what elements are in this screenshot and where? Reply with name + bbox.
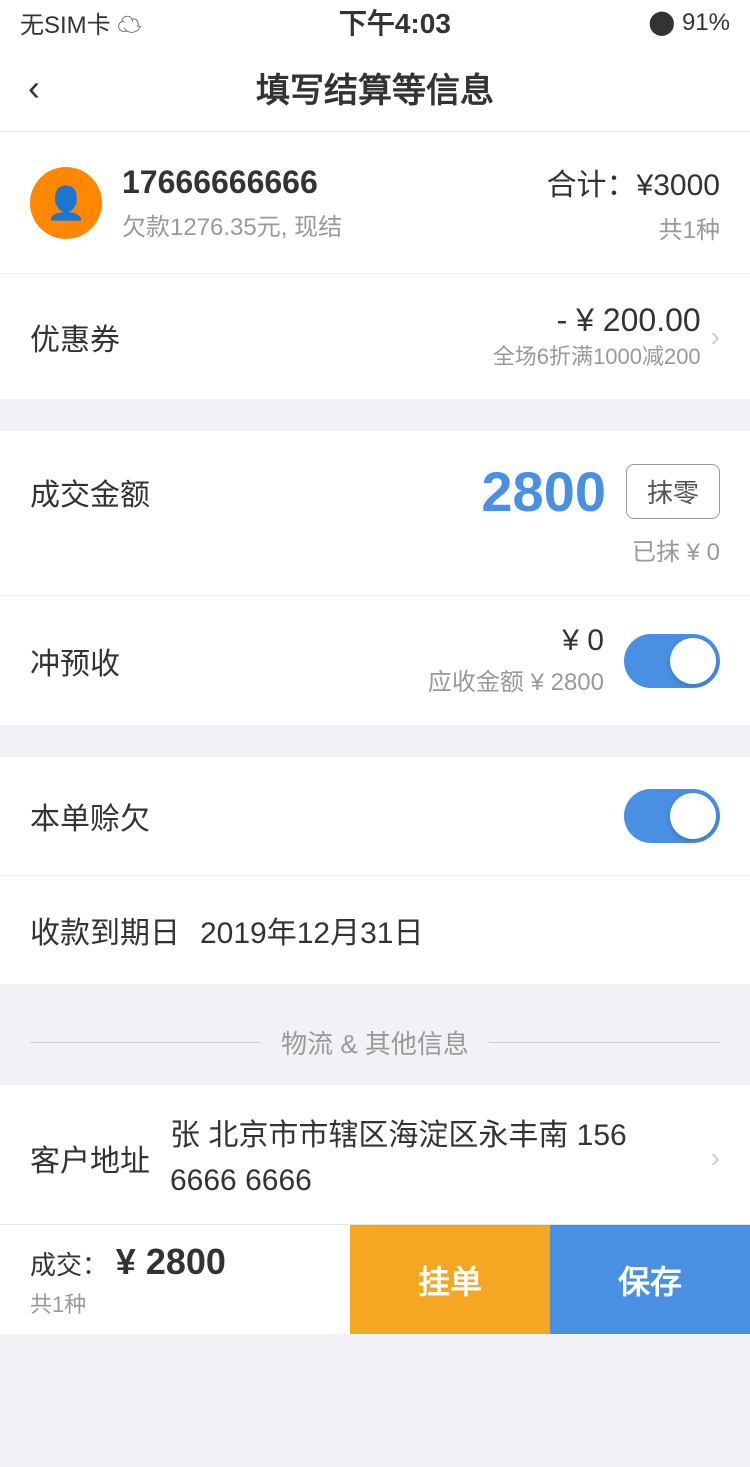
save-button[interactable]: 保存 <box>550 1225 750 1334</box>
status-time: 下午4:03 <box>339 2 451 42</box>
bottom-amount: ¥ 2800 <box>116 1241 226 1282</box>
back-button[interactable]: ‹ <box>28 67 40 109</box>
customer-info: 17666666666 欠款1276.35元, 现结 <box>122 164 342 242</box>
customer-right: 合计：¥3000 共1种 <box>547 160 720 245</box>
debt-label: 本单赊欠 <box>30 794 150 838</box>
customer-sub: 欠款1276.35元, 现结 <box>122 207 342 242</box>
advance-amount: ¥ 0 应收金额 ¥ 2800 <box>428 624 604 697</box>
nav-bar: ‹ 填写结算等信息 <box>0 44 750 132</box>
debt-row: 本单赊欠 <box>0 757 750 875</box>
advance-sub: 应收金额 ¥ 2800 <box>428 662 604 697</box>
coupon-label: 优惠券 <box>30 315 120 359</box>
toggle-circle <box>670 638 716 684</box>
customer-left: 👤 17666666666 欠款1276.35元, 现结 <box>30 164 342 242</box>
divider-2 <box>0 741 750 757</box>
address-row[interactable]: 客户地址 张 北京市市辖区海淀区永丰南 156 6666 6666 › <box>0 1085 750 1231</box>
amount-card: 成交金额 2800 抹零 已抹 ¥ 0 冲预收 ¥ 0 应收金额 ¥ 2800 <box>0 431 750 725</box>
customer-row: 👤 17666666666 欠款1276.35元, 现结 合计：¥3000 共1… <box>0 132 750 273</box>
bottom-label-row: 成交： ¥ 2800 <box>30 1241 320 1283</box>
avatar: 👤 <box>30 167 102 239</box>
battery-icon: ⬤ 91% <box>648 8 730 37</box>
customer-total: 合计：¥3000 <box>547 160 720 204</box>
coupon-discount: - ¥ 200.00 <box>493 302 701 339</box>
address-card: 客户地址 张 北京市市辖区海淀区永丰南 156 6666 6666 › <box>0 1085 750 1231</box>
advance-row: 冲预收 ¥ 0 应收金额 ¥ 2800 <box>0 595 750 725</box>
bottom-label: 成交： <box>30 1250 108 1280</box>
debt-toggle[interactable] <box>624 789 720 843</box>
logistics-text: 物流 & 其他信息 <box>281 1024 469 1061</box>
debt-toggle-circle <box>670 793 716 839</box>
round-zero-button[interactable]: 抹零 <box>626 464 720 519</box>
amount-value: 2800 <box>481 459 606 524</box>
address-label: 客户地址 <box>30 1136 150 1180</box>
logistics-line-right <box>489 1042 720 1043</box>
status-bar: 无SIM卡 ☁ 下午4:03 ⬤ 91% <box>0 0 750 44</box>
logistics-line-left <box>30 1042 261 1043</box>
amount-section: 成交金额 2800 抹零 已抹 ¥ 0 <box>0 431 750 595</box>
customer-phone: 17666666666 <box>122 164 342 201</box>
advance-right: ¥ 0 应收金额 ¥ 2800 <box>428 624 720 697</box>
customer-card: 👤 17666666666 欠款1276.35元, 现结 合计：¥3000 共1… <box>0 132 750 399</box>
advance-value: ¥ 0 <box>428 624 604 658</box>
sim-status: 无SIM卡 ☁ <box>20 5 141 40</box>
duedate-label: 收款到期日 <box>30 908 180 952</box>
debt-card: 本单赊欠 收款到期日 2019年12月31日 <box>0 757 750 984</box>
bottom-bar: 成交： ¥ 2800 共1种 挂单 保存 <box>0 1224 750 1334</box>
hang-order-button[interactable]: 挂单 <box>350 1225 550 1334</box>
page-title: 填写结算等信息 <box>256 63 494 112</box>
amount-label: 成交金额 <box>30 470 150 514</box>
chevron-right-icon: › <box>711 321 720 353</box>
address-value: 张 北京市市辖区海淀区永丰南 156 6666 6666 <box>150 1113 711 1203</box>
avatar-icon: 👤 <box>46 184 86 222</box>
coupon-desc: 全场6折满1000减200 <box>493 339 701 371</box>
coupon-right: - ¥ 200.00 全场6折满1000减200 › <box>493 302 720 371</box>
address-chevron-icon: › <box>711 1142 720 1174</box>
advance-label: 冲预收 <box>30 639 120 683</box>
amount-row: 成交金额 2800 抹零 <box>30 459 720 524</box>
status-right: ⬤ 91% <box>648 8 730 37</box>
customer-count: 共1种 <box>547 210 720 245</box>
duedate-value: 2019年12月31日 <box>200 908 423 952</box>
duedate-row: 收款到期日 2019年12月31日 <box>0 875 750 984</box>
amount-right: 2800 抹零 <box>481 459 720 524</box>
bottom-count: 共1种 <box>30 1287 320 1319</box>
divider-1 <box>0 415 750 431</box>
status-left: 无SIM卡 ☁ <box>20 5 141 40</box>
amount-sub: 已抹 ¥ 0 <box>30 532 720 567</box>
bottom-summary: 成交： ¥ 2800 共1种 <box>0 1241 350 1319</box>
logistics-divider: 物流 & 其他信息 <box>0 1000 750 1085</box>
advance-toggle[interactable] <box>624 634 720 688</box>
coupon-row[interactable]: 优惠券 - ¥ 200.00 全场6折满1000减200 › <box>0 273 750 399</box>
bottom-buttons: 挂单 保存 <box>350 1225 750 1334</box>
